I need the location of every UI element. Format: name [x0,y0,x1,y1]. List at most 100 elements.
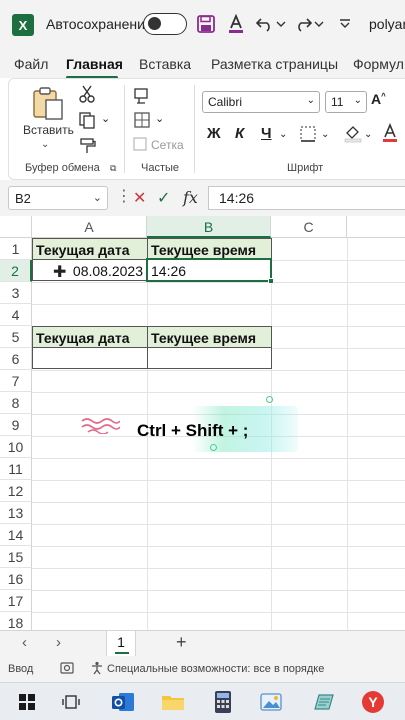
calculator-icon[interactable] [210,689,236,715]
underline-button[interactable]: Ч [261,125,272,142]
cell-a2[interactable]: 08.08.2023 [32,259,148,281]
next-sheet-icon[interactable]: › [56,634,61,651]
cell-cursor-icon: ✚ [53,264,67,281]
copy-icon[interactable] [78,111,96,134]
cell-a6[interactable] [32,347,148,369]
windows-taskbar: Y [0,682,405,720]
italic-button[interactable]: К [235,125,244,142]
parts-group-label: Частые [141,162,180,174]
tab-insert[interactable]: Вставка [139,56,191,72]
cell-b1[interactable]: Текущее время [147,238,272,260]
prev-sheet-icon[interactable]: ‹ [22,634,27,651]
yandex-browser-icon[interactable]: Y [360,689,386,715]
row-header[interactable]: 8 [0,392,32,414]
enter-check-icon[interactable]: ✓ [157,188,170,208]
cell-b5[interactable]: Текущее время [147,326,272,348]
insert-function-icon[interactable]: fx [183,188,198,207]
cell-a5[interactable]: Текущая дата [32,326,148,348]
row-header[interactable]: 9 [0,414,32,436]
font-size-select[interactable]: 11 ⌄ [325,91,367,113]
row-header[interactable]: 5 [0,326,32,348]
increase-font-icon[interactable]: A^ [371,91,386,107]
sheet-tab[interactable]: 1 [106,631,136,657]
row-header[interactable]: 16 [0,568,32,590]
font-name-select[interactable]: Calibri ⌄ [202,91,320,113]
row-header[interactable]: 14 [0,524,32,546]
accessibility-status[interactable]: Специальные возможности: все в порядке [107,663,324,675]
row-header[interactable]: 18 [0,612,32,630]
more-options-icon[interactable]: ⋮ [116,186,132,206]
copy-dropdown-icon[interactable]: ⌄ [101,112,110,125]
save-icon[interactable] [195,12,217,36]
text-color-icon[interactable] [381,122,399,148]
undo-icon[interactable] [254,12,276,36]
borders-dropdown-icon[interactable]: ⌄ [155,112,164,125]
column-header-c[interactable]: C [271,216,347,238]
paste-icon[interactable] [31,85,65,126]
row-header[interactable]: 2 [0,260,32,282]
autosave-toggle[interactable] [143,13,187,35]
row-header[interactable]: 7 [0,370,32,392]
underline-dropdown-icon[interactable]: ⌄ [279,129,287,140]
cancel-icon[interactable]: ✕ [133,188,146,208]
cell-borders-dropdown-icon[interactable]: ⌄ [321,129,329,140]
formula-input[interactable]: 14:26 [208,186,405,210]
row-header[interactable]: 6 [0,348,32,370]
sheet-tab-bar: ‹ › 1 + [0,630,405,657]
task-view-icon[interactable] [58,689,84,715]
row-header[interactable]: 15 [0,546,32,568]
format-painter-icon[interactable] [79,137,97,160]
select-all-corner[interactable] [0,216,32,238]
fill-color-icon[interactable] [343,123,363,148]
column-header-a[interactable]: A [32,216,147,238]
column-header-d[interactable] [347,216,405,238]
outlook-icon[interactable] [110,689,136,715]
redo-icon[interactable] [292,12,314,36]
undo-dropdown-icon[interactable] [274,12,288,36]
autosave-label: Автосохранение [46,16,153,32]
tab-file[interactable]: Файл [14,56,48,72]
row-header[interactable]: 10 [0,436,32,458]
tab-formulas[interactable]: Формул [353,56,404,72]
row-header[interactable]: 4 [0,304,32,326]
cell-a1[interactable]: Текущая дата [32,238,148,260]
column-header-b[interactable]: B [147,216,271,238]
accessibility-icon[interactable] [90,661,104,678]
add-sheet-button[interactable]: + [176,632,187,653]
font-name-value: Calibri [208,95,243,109]
fill-handle[interactable] [268,278,274,284]
row-header[interactable]: 12 [0,480,32,502]
fill-color-dropdown-icon[interactable]: ⌄ [364,129,372,140]
paste-dropdown-icon[interactable]: ⌄ [41,139,49,150]
tab-page-layout[interactable]: Разметка страницы [211,56,338,72]
paste-button[interactable]: Вставить [23,123,74,137]
chevron-down-icon: ⌄ [306,95,315,106]
format-icon[interactable] [133,87,153,110]
row-header[interactable]: 13 [0,502,32,524]
redo-dropdown-icon[interactable] [312,12,326,36]
row-header[interactable]: 11 [0,458,32,480]
customize-toolbar-icon[interactable] [334,12,356,36]
clipboard-launcher-icon[interactable]: ⧉ [110,163,116,174]
ribbon-tabs: Файл Главная Вставка Разметка страницы Ф… [0,50,405,79]
font-color-icon[interactable] [225,12,247,36]
borders-icon[interactable] [133,111,151,134]
row-header[interactable]: 1 [0,238,32,260]
name-box[interactable]: B2 ⌄ [8,186,108,210]
photos-icon[interactable] [258,689,284,715]
decorative-dot-icon [210,444,217,451]
cut-icon[interactable] [79,85,95,108]
windows-start-icon[interactable] [14,689,40,715]
bold-button[interactable]: Ж [207,125,221,142]
tab-home[interactable]: Главная [66,56,123,72]
active-cell-border [146,258,272,282]
row-header[interactable]: 17 [0,590,32,612]
row-header[interactable]: 3 [0,282,32,304]
cell-b6[interactable] [147,347,272,369]
notepad-icon[interactable] [310,689,336,715]
cell-borders-icon[interactable] [299,125,317,148]
gridlines-checkbox[interactable] [133,137,147,156]
file-explorer-icon[interactable] [160,689,186,715]
gridlines-label: Сетка [151,138,184,152]
spreadsheet-grid: A B C 1 2 3 4 5 6 7 8 9 10 11 12 13 14 1… [0,216,405,630]
